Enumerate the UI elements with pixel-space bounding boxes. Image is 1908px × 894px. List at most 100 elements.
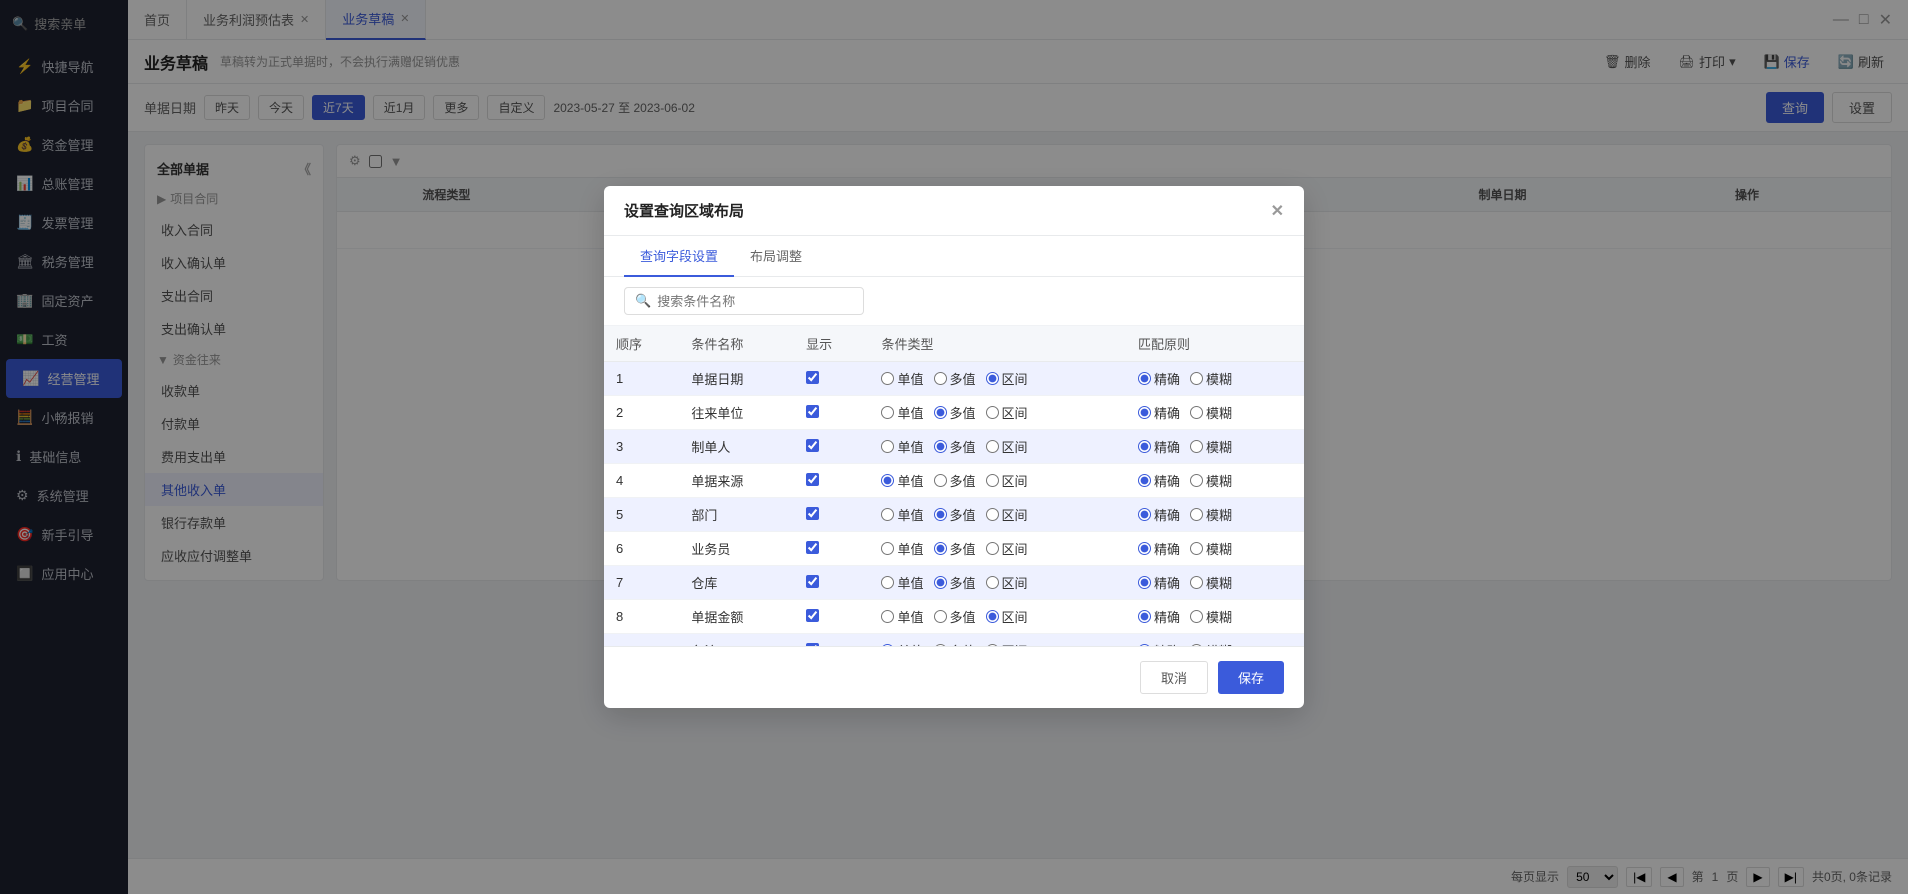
type-radio[interactable] [881, 610, 894, 623]
tab-layout[interactable]: 布局调整 [734, 236, 818, 277]
display-checkbox[interactable] [806, 609, 819, 622]
match-radio[interactable] [1138, 508, 1151, 521]
type-radio[interactable] [986, 474, 999, 487]
type-radio[interactable] [881, 508, 894, 521]
type-radio[interactable] [934, 406, 947, 419]
type-radio[interactable] [986, 406, 999, 419]
type-radio-item[interactable]: 单值 [881, 403, 923, 422]
match-radio-item[interactable]: 精确 [1138, 641, 1180, 646]
type-radio[interactable] [934, 576, 947, 589]
match-radio-item[interactable]: 精确 [1138, 607, 1180, 626]
type-radio-item[interactable]: 区间 [986, 641, 1028, 646]
type-radio-item[interactable]: 区间 [986, 539, 1028, 558]
type-radio-item[interactable]: 单值 [881, 369, 923, 388]
match-radio[interactable] [1138, 542, 1151, 555]
match-radio[interactable] [1138, 406, 1151, 419]
match-radio-item[interactable]: 模糊 [1190, 505, 1232, 524]
type-radio[interactable] [934, 440, 947, 453]
type-radio[interactable] [986, 508, 999, 521]
display-checkbox[interactable] [806, 541, 819, 554]
type-radio-item[interactable]: 单值 [881, 471, 923, 490]
match-radio[interactable] [1190, 610, 1203, 623]
type-radio[interactable] [986, 440, 999, 453]
match-radio-item[interactable]: 模糊 [1190, 607, 1232, 626]
match-radio[interactable] [1190, 644, 1203, 646]
type-radio[interactable] [986, 644, 999, 646]
display-checkbox[interactable] [806, 405, 819, 418]
type-radio[interactable] [934, 508, 947, 521]
match-radio[interactable] [1138, 372, 1151, 385]
type-radio-item[interactable]: 多值 [934, 505, 976, 524]
match-radio[interactable] [1138, 440, 1151, 453]
match-radio-item[interactable]: 模糊 [1190, 539, 1232, 558]
type-radio-item[interactable]: 多值 [934, 539, 976, 558]
type-radio-item[interactable]: 区间 [986, 505, 1028, 524]
match-radio-item[interactable]: 模糊 [1190, 369, 1232, 388]
type-radio[interactable] [934, 474, 947, 487]
type-radio[interactable] [881, 542, 894, 555]
cancel-button[interactable]: 取消 [1140, 661, 1208, 694]
dialog-close-btn[interactable]: ✕ [1271, 201, 1284, 221]
match-radio-item[interactable]: 模糊 [1190, 471, 1232, 490]
match-radio[interactable] [1190, 440, 1203, 453]
match-radio[interactable] [1190, 474, 1203, 487]
type-radio[interactable] [934, 610, 947, 623]
type-radio-item[interactable]: 多值 [934, 471, 976, 490]
condition-search-input[interactable] [657, 294, 853, 309]
display-checkbox[interactable] [806, 439, 819, 452]
type-radio-item[interactable]: 多值 [934, 403, 976, 422]
match-radio-item[interactable]: 精确 [1138, 505, 1180, 524]
type-radio-item[interactable]: 区间 [986, 437, 1028, 456]
match-radio-item[interactable]: 精确 [1138, 539, 1180, 558]
type-radio-item[interactable]: 多值 [934, 573, 976, 592]
match-radio[interactable] [1190, 542, 1203, 555]
type-radio-item[interactable]: 单值 [881, 607, 923, 626]
match-radio-item[interactable]: 精确 [1138, 437, 1180, 456]
type-radio-item[interactable]: 多值 [934, 369, 976, 388]
match-radio-item[interactable]: 模糊 [1190, 437, 1232, 456]
type-radio[interactable] [986, 576, 999, 589]
type-radio-item[interactable]: 区间 [986, 573, 1028, 592]
type-radio-item[interactable]: 区间 [986, 471, 1028, 490]
type-radio[interactable] [881, 576, 894, 589]
match-radio[interactable] [1190, 576, 1203, 589]
type-radio[interactable] [881, 440, 894, 453]
type-radio-item[interactable]: 区间 [986, 403, 1028, 422]
type-radio-item[interactable]: 多值 [934, 641, 976, 646]
match-radio-item[interactable]: 模糊 [1190, 573, 1232, 592]
display-checkbox[interactable] [806, 643, 819, 647]
type-radio-item[interactable]: 区间 [986, 607, 1028, 626]
display-checkbox[interactable] [806, 473, 819, 486]
match-radio-item[interactable]: 精确 [1138, 573, 1180, 592]
display-checkbox[interactable] [806, 371, 819, 384]
type-radio[interactable] [881, 474, 894, 487]
type-radio-item[interactable]: 单值 [881, 641, 923, 646]
type-radio[interactable] [881, 406, 894, 419]
match-radio-item[interactable]: 精确 [1138, 369, 1180, 388]
type-radio[interactable] [881, 372, 894, 385]
type-radio[interactable] [986, 372, 999, 385]
type-radio[interactable] [934, 372, 947, 385]
type-radio[interactable] [881, 644, 894, 646]
match-radio-item[interactable]: 模糊 [1190, 403, 1232, 422]
type-radio-item[interactable]: 多值 [934, 437, 976, 456]
type-radio-item[interactable]: 单值 [881, 437, 923, 456]
type-radio[interactable] [986, 610, 999, 623]
type-radio-item[interactable]: 区间 [986, 369, 1028, 388]
type-radio[interactable] [986, 542, 999, 555]
type-radio-item[interactable]: 单值 [881, 539, 923, 558]
match-radio[interactable] [1190, 508, 1203, 521]
match-radio-item[interactable]: 精确 [1138, 403, 1180, 422]
match-radio[interactable] [1138, 576, 1151, 589]
display-checkbox[interactable] [806, 575, 819, 588]
display-checkbox[interactable] [806, 507, 819, 520]
type-radio[interactable] [934, 542, 947, 555]
save-button[interactable]: 保存 [1218, 661, 1284, 694]
match-radio[interactable] [1138, 474, 1151, 487]
type-radio[interactable] [934, 644, 947, 646]
match-radio[interactable] [1190, 372, 1203, 385]
type-radio-item[interactable]: 单值 [881, 573, 923, 592]
type-radio-item[interactable]: 单值 [881, 505, 923, 524]
match-radio[interactable] [1190, 406, 1203, 419]
tab-query-fields[interactable]: 查询字段设置 [624, 236, 734, 277]
